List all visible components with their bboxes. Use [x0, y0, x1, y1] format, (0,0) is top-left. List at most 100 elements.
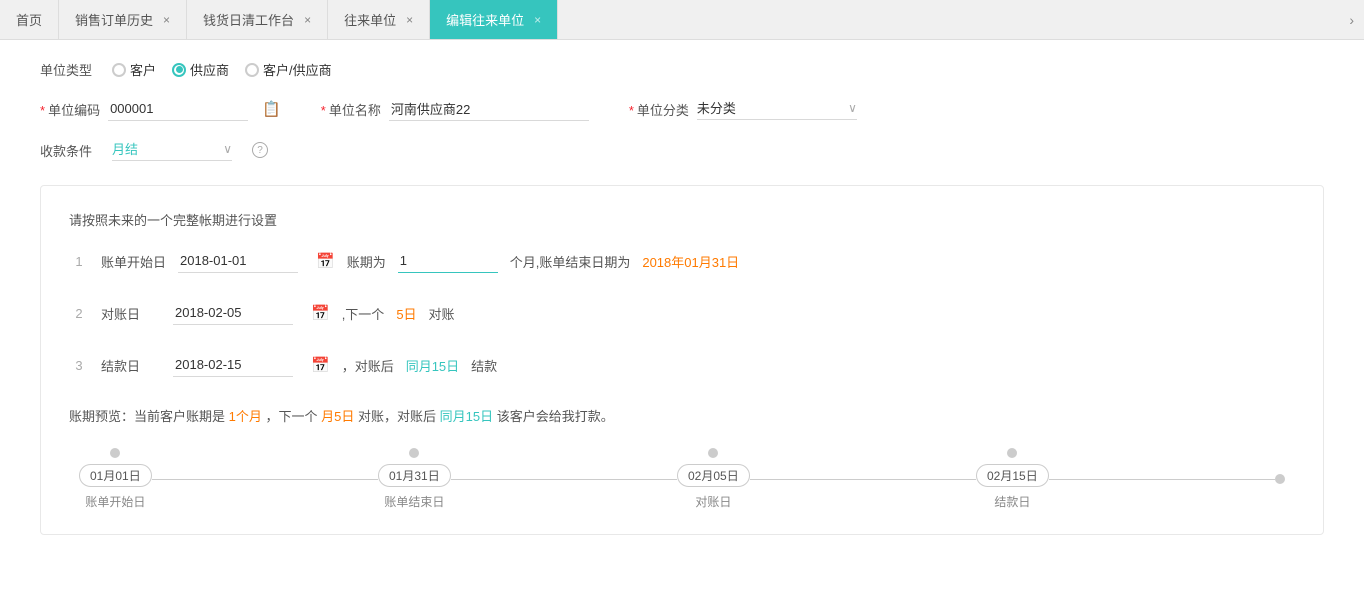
tab-sales-history-label: 销售订单历史	[75, 10, 153, 29]
row3-calendar-icon[interactable]: 📅	[311, 356, 330, 374]
unit-info-row: 单位编码 📋 单位名称 单位分类 未分类 ∨	[40, 97, 1324, 121]
preview-same15: 同月15日	[440, 409, 493, 424]
unit-type-label: 单位类型	[40, 60, 92, 79]
preview-text: 账期预览：当前客户账期是 1个月 ，下一个 月5日 对账，对账后 同月15日 该…	[69, 405, 1295, 428]
payment-terms-label: 收款条件	[40, 141, 92, 160]
timeline-line-1	[152, 479, 378, 480]
preview-prefix: 账期预览：当前客户账期是	[69, 409, 225, 424]
preview-suffix: 该客户会给我打款。	[497, 409, 614, 424]
row3-day: 同月15日	[406, 356, 459, 375]
tab-home[interactable]: 首页	[0, 0, 59, 39]
row3-date-input[interactable]	[173, 353, 293, 377]
row2-num: 2	[69, 306, 89, 321]
tab-edit-partner-label: 编辑往来单位	[446, 10, 524, 29]
timeline-node-payment: 02月15日 结款日	[976, 448, 1049, 510]
row2-date-input[interactable]	[173, 301, 293, 325]
tab-edit-partner[interactable]: 编辑往来单位 ×	[430, 0, 558, 39]
row2-suffix: 对账	[429, 304, 455, 323]
row1-num: 1	[69, 254, 89, 269]
payment-terms-row: 收款条件 月结 ∨ ?	[40, 139, 1324, 161]
radio-both-circle	[245, 63, 259, 77]
row2-calendar-icon[interactable]: 📅	[311, 304, 330, 322]
unit-type-row: 单位类型 客户 供应商 客户/供应商	[40, 60, 1324, 79]
unit-name-input[interactable]	[389, 97, 589, 121]
row3-field-label: 结款日	[101, 356, 161, 375]
timeline-label-payment: 结款日	[994, 493, 1030, 510]
timeline-wrapper: 01月01日 账单开始日 01月31日 账单结束日 02月05日 对账日	[69, 448, 1295, 510]
row3-suffix: 结款	[471, 356, 497, 375]
tab-edit-partner-close[interactable]: ×	[534, 13, 541, 27]
timeline-label-end: 账单结束日	[384, 493, 444, 510]
radio-both[interactable]: 客户/供应商	[245, 60, 332, 79]
preview-1month: 1个月	[229, 409, 262, 424]
period-settings-box: 请按照未来的一个完整帐期进行设置 1 账单开始日 📅 账期为 个月,账单结束日期…	[40, 185, 1324, 535]
tab-partner-units-label: 往来单位	[344, 10, 396, 29]
tab-home-label: 首页	[16, 10, 42, 29]
radio-supplier-circle	[172, 63, 186, 77]
unit-code-label: 单位编码	[40, 100, 100, 119]
timeline-line-2	[451, 479, 677, 480]
radio-customer[interactable]: 客户	[112, 60, 156, 79]
radio-customer-label: 客户	[130, 60, 156, 79]
radio-customer-circle	[112, 63, 126, 77]
row-payment-date: 3 结款日 📅 ，对账后 同月15日 结款	[69, 353, 1295, 377]
row2-day: 5日	[396, 304, 416, 323]
timeline-pill-payment: 02月15日	[976, 464, 1049, 487]
timeline-dot-start	[110, 448, 120, 458]
unit-category-select[interactable]: 未分类 ∨	[697, 98, 857, 120]
timeline-dot-end	[409, 448, 419, 458]
payment-terms-select[interactable]: 月结 ∨	[112, 139, 232, 161]
radio-supplier-label: 供应商	[190, 60, 229, 79]
main-content: 单位类型 客户 供应商 客户/供应商 单位编码 📋 单位名称	[0, 40, 1364, 608]
tab-sales-history[interactable]: 销售订单历史 ×	[59, 0, 187, 39]
timeline-line-4	[1049, 479, 1275, 480]
timeline-dot-tail	[1275, 474, 1285, 484]
preview-sep1: ，下一个	[266, 409, 318, 424]
radio-group-unit-type: 客户 供应商 客户/供应商	[112, 60, 332, 79]
row1-suffix: 个月,账单结束日期为	[510, 252, 631, 271]
unit-category-label: 单位分类	[629, 100, 689, 119]
tab-sales-history-close[interactable]: ×	[163, 13, 170, 27]
tab-partner-units[interactable]: 往来单位 ×	[328, 0, 430, 39]
unit-category-value: 未分类	[697, 98, 844, 117]
timeline-pill-reconcile: 02月05日	[677, 464, 750, 487]
row1-period-input[interactable]	[398, 249, 498, 273]
timeline-node-reconcile: 02月05日 对账日	[677, 448, 750, 510]
preview-5th: 月5日	[321, 409, 354, 424]
timeline-label-reconcile: 对账日	[695, 493, 731, 510]
row1-end-date: 2018年01月31日	[642, 252, 739, 271]
row3-num: 3	[69, 358, 89, 373]
tab-arrow-right[interactable]: ›	[1339, 0, 1364, 39]
timeline-pill-end: 01月31日	[378, 464, 451, 487]
preview-sep2: 对账，对账后	[358, 409, 436, 424]
row2-prefix: ,下一个	[342, 304, 385, 323]
row1-date-input[interactable]	[178, 249, 298, 273]
tab-partner-units-close[interactable]: ×	[406, 13, 413, 27]
unit-name-label: 单位名称	[321, 100, 381, 119]
unit-code-input[interactable]	[108, 97, 248, 121]
row1-calendar-icon[interactable]: 📅	[316, 252, 335, 270]
unit-code-calendar-icon[interactable]: 📋	[262, 100, 281, 118]
unit-category-group: 单位分类 未分类 ∨	[629, 98, 857, 120]
unit-category-arrow: ∨	[848, 101, 857, 115]
tab-cash-workbench-close[interactable]: ×	[304, 13, 311, 27]
unit-name-group: 单位名称	[321, 97, 589, 121]
payment-terms-value: 月结	[112, 139, 219, 158]
section-instruction: 请按照未来的一个完整帐期进行设置	[69, 210, 1295, 229]
tabs-bar: 首页 销售订单历史 × 钱货日清工作台 × 往来单位 × 编辑往来单位 × ›	[0, 0, 1364, 40]
row2-field-label: 对账日	[101, 304, 161, 323]
payment-terms-help-icon[interactable]: ?	[252, 142, 268, 158]
payment-terms-arrow: ∨	[223, 142, 232, 156]
timeline-label-start: 账单开始日	[85, 493, 145, 510]
timeline-node-start: 01月01日 账单开始日	[79, 448, 152, 510]
timeline-track: 01月01日 账单开始日 01月31日 账单结束日 02月05日 对账日	[79, 448, 1285, 510]
row1-field-label: 账单开始日	[101, 252, 166, 271]
timeline-dot-payment	[1007, 448, 1017, 458]
radio-supplier[interactable]: 供应商	[172, 60, 229, 79]
radio-both-label: 客户/供应商	[263, 60, 332, 79]
row-start-date: 1 账单开始日 📅 账期为 个月,账单结束日期为 2018年01月31日	[69, 249, 1295, 273]
tab-cash-workbench[interactable]: 钱货日清工作台 ×	[187, 0, 328, 39]
tab-cash-workbench-label: 钱货日清工作台	[203, 10, 294, 29]
row3-prefix: ，对账后	[342, 356, 394, 375]
timeline-pill-start: 01月01日	[79, 464, 152, 487]
